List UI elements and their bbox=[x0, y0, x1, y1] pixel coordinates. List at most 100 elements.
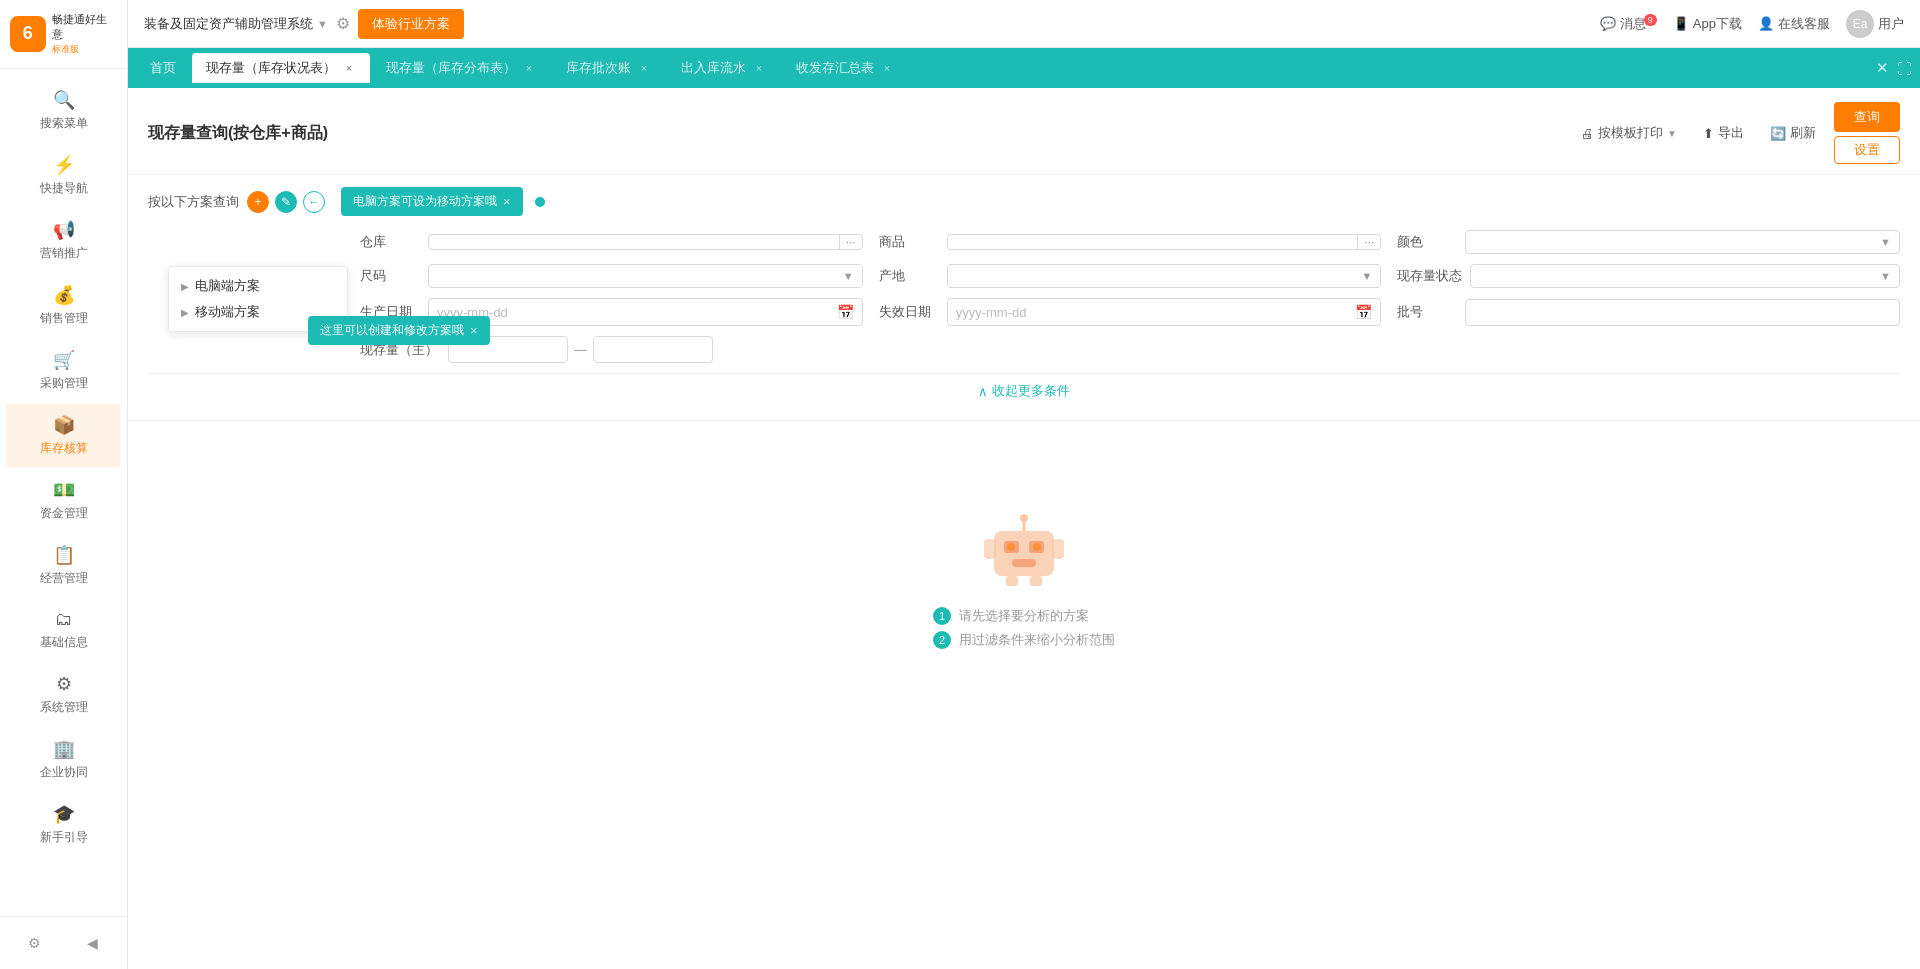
export-btn[interactable]: ⬆ 导出 bbox=[1695, 120, 1752, 146]
dropdown-arrow-icon: ▼ bbox=[317, 18, 328, 30]
sidebar-item-system[interactable]: ⚙系统管理 bbox=[6, 663, 121, 726]
range-separator: — bbox=[574, 342, 587, 357]
sidebar-item-guide[interactable]: 🎓新手引导 bbox=[6, 793, 121, 856]
expire-date-input[interactable]: yyyy-mm-dd 📅 bbox=[947, 298, 1382, 326]
sidebar-item-finance[interactable]: 💵资金管理 bbox=[6, 469, 121, 532]
dot-indicator bbox=[535, 197, 545, 207]
stock-status-select[interactable]: ▼ bbox=[1470, 264, 1900, 288]
trial-btn[interactable]: 体验行业方案 bbox=[358, 9, 464, 39]
edit-scheme-btn[interactable]: ✎ bbox=[275, 191, 297, 213]
system-title-dropdown[interactable]: 装备及固定资产辅助管理系统 ▼ bbox=[144, 15, 328, 33]
color-arrow-icon: ▼ bbox=[1880, 236, 1891, 248]
sidebar-collapse-btn[interactable]: ◀ bbox=[78, 929, 106, 957]
tab-inventory-status[interactable]: 现存量（库存状况表） × bbox=[192, 53, 370, 83]
message-badge: 9 bbox=[1644, 14, 1657, 26]
sidebar-item-search-menu[interactable]: 🔍搜索菜单 bbox=[6, 79, 121, 142]
sidebar-item-operations[interactable]: 📋经营管理 bbox=[6, 534, 121, 597]
print-template-btn[interactable]: 🖨 按模板打印 ▼ bbox=[1573, 120, 1685, 146]
tab-close-receive-send[interactable]: × bbox=[880, 61, 894, 75]
tab-fullscreen-icon[interactable]: ⛶ bbox=[1897, 60, 1912, 77]
expire-date-calendar-icon: 📅 bbox=[1355, 304, 1372, 320]
collapse-btn[interactable]: ∧ 收起更多条件 bbox=[148, 373, 1900, 408]
online-service-btn[interactable]: 👤 在线客服 bbox=[1758, 15, 1830, 33]
export-icon: ⬆ bbox=[1703, 126, 1714, 141]
tooltip2-close-btn[interactable]: × bbox=[470, 323, 478, 338]
tree-item-pc[interactable]: ▶ 电脑端方案 bbox=[175, 273, 341, 299]
sidebar-item-marketing[interactable]: 📢营销推广 bbox=[6, 209, 121, 272]
brand-name: 畅捷通好生意 bbox=[52, 12, 117, 43]
sidebar-icon-enterprise: 🏢 bbox=[53, 738, 75, 760]
tab-label-receive-send: 收发存汇总表 bbox=[796, 59, 874, 77]
origin-field: 产地 ▼ bbox=[879, 264, 1382, 288]
sidebar-item-quick-nav[interactable]: ⚡快捷导航 bbox=[6, 144, 121, 207]
message-btn[interactable]: 💬 消息 9 bbox=[1600, 15, 1657, 33]
expire-date-placeholder: yyyy-mm-dd bbox=[956, 305, 1027, 320]
batch-input[interactable] bbox=[1465, 299, 1900, 326]
sidebar-item-inventory[interactable]: 📦 库存核算 bbox=[6, 404, 121, 467]
goods-value bbox=[948, 237, 1358, 247]
prod-date-calendar-icon: 📅 bbox=[837, 304, 854, 320]
collapse-label: 收起更多条件 bbox=[992, 382, 1070, 400]
user-avatar-btn[interactable]: Ea 用户 bbox=[1846, 10, 1904, 38]
prod-date-input[interactable]: yyyy-mm-dd 📅 bbox=[428, 298, 863, 326]
service-icon: 👤 bbox=[1758, 16, 1774, 31]
sidebar-item-basic-info[interactable]: 🗂基础信息 bbox=[6, 599, 121, 661]
sidebar-icon-inventory: 📦 bbox=[53, 414, 75, 436]
export-label: 导出 bbox=[1718, 124, 1744, 142]
batch-label: 批号 bbox=[1397, 303, 1457, 321]
sidebar-item-purchase[interactable]: 🛒采购管理 bbox=[6, 339, 121, 402]
tab-close-inventory-dist[interactable]: × bbox=[522, 61, 536, 75]
set-btn[interactable]: 设置 bbox=[1834, 136, 1900, 164]
tab-receive-send[interactable]: 收发存汇总表 × bbox=[782, 53, 908, 83]
warehouse-more-btn[interactable]: ··· bbox=[839, 235, 862, 249]
top-header: 装备及固定资产辅助管理系统 ▼ ⚙ 体验行业方案 💬 消息 9 📱 App下载 … bbox=[128, 0, 1920, 48]
expire-date-label: 失效日期 bbox=[879, 303, 939, 321]
origin-select[interactable]: ▼ bbox=[947, 264, 1382, 288]
size-select[interactable]: ▼ bbox=[428, 264, 863, 288]
sidebar-icon-operations: 📋 bbox=[53, 544, 75, 566]
tab-label-home: 首页 bbox=[150, 59, 176, 77]
sidebar-item-enterprise[interactable]: 🏢企业协同 bbox=[6, 728, 121, 791]
add-scheme-btn[interactable]: + bbox=[247, 191, 269, 213]
tab-label-inventory-status: 现存量（库存状况表） bbox=[206, 59, 336, 77]
tab-home[interactable]: 首页 bbox=[136, 53, 190, 83]
content-area: 现存量查询(按仓库+商品) 🖨 按模板打印 ▼ ⬆ 导出 🔄 刷新 bbox=[128, 88, 1920, 969]
sidebar-icon-search-menu: 🔍 bbox=[53, 89, 75, 111]
user-label: 用户 bbox=[1878, 15, 1904, 33]
size-field: 尺码 ▼ bbox=[360, 264, 863, 288]
tab-in-out-flow[interactable]: 出入库流水× bbox=[667, 53, 780, 83]
app-download-btn[interactable]: 📱 App下载 bbox=[1673, 15, 1742, 33]
page-header-actions: 🖨 按模板打印 ▼ ⬆ 导出 🔄 刷新 查询 设置 bbox=[1573, 102, 1900, 164]
tab-batch-account[interactable]: 库存批次账× bbox=[552, 53, 665, 83]
tab-close-all-icon[interactable]: ✕ bbox=[1876, 59, 1889, 77]
print-label: 按模板打印 bbox=[1598, 124, 1663, 142]
sidebar-item-sales[interactable]: 💰销售管理 bbox=[6, 274, 121, 337]
sidebar-label-basic-info: 基础信息 bbox=[40, 634, 88, 651]
tooltip1-close-btn[interactable]: × bbox=[503, 194, 511, 209]
tip1-text: 请先选择要分析的方案 bbox=[959, 607, 1089, 625]
goods-more-btn[interactable]: ··· bbox=[1357, 235, 1380, 249]
size-arrow-icon: ▼ bbox=[843, 270, 854, 282]
tab-close-in-out-flow[interactable]: × bbox=[752, 61, 766, 75]
sidebar-label-sales: 销售管理 bbox=[40, 310, 88, 327]
tab-inventory-dist[interactable]: 现存量（库存分布表）× bbox=[372, 53, 550, 83]
color-select[interactable]: ▼ bbox=[1465, 230, 1900, 254]
refresh-btn[interactable]: 🔄 刷新 bbox=[1762, 120, 1824, 146]
sidebar-settings-btn[interactable]: ⚙ bbox=[21, 929, 49, 957]
tooltip2-text: 这里可以创建和修改方案哦 bbox=[320, 322, 464, 339]
arrow-left-btn[interactable]: ← bbox=[303, 191, 325, 213]
sidebar: 6 畅捷通好生意 标准版 🔍搜索菜单⚡快捷导航📢营销推广💰销售管理🛒采购管理📦库… bbox=[0, 0, 128, 969]
warehouse-select[interactable]: ··· bbox=[428, 234, 863, 250]
user-avatar: Ea bbox=[1846, 10, 1874, 38]
size-label: 尺码 bbox=[360, 267, 420, 285]
settings-icon[interactable]: ⚙ bbox=[336, 14, 350, 33]
sidebar-label-inventory: 库存核算 bbox=[40, 440, 88, 457]
tree-item-mobile-label: 移动端方案 bbox=[195, 303, 260, 321]
tab-close-inventory-status[interactable]: × bbox=[342, 61, 356, 75]
goods-select[interactable]: ··· bbox=[947, 234, 1382, 250]
tab-close-batch-account[interactable]: × bbox=[637, 61, 651, 75]
sidebar-label-purchase: 采购管理 bbox=[40, 375, 88, 392]
stock-main-to-input[interactable] bbox=[593, 336, 713, 363]
query-btn[interactable]: 查询 bbox=[1834, 102, 1900, 132]
mobile-icon: 📱 bbox=[1673, 16, 1689, 31]
